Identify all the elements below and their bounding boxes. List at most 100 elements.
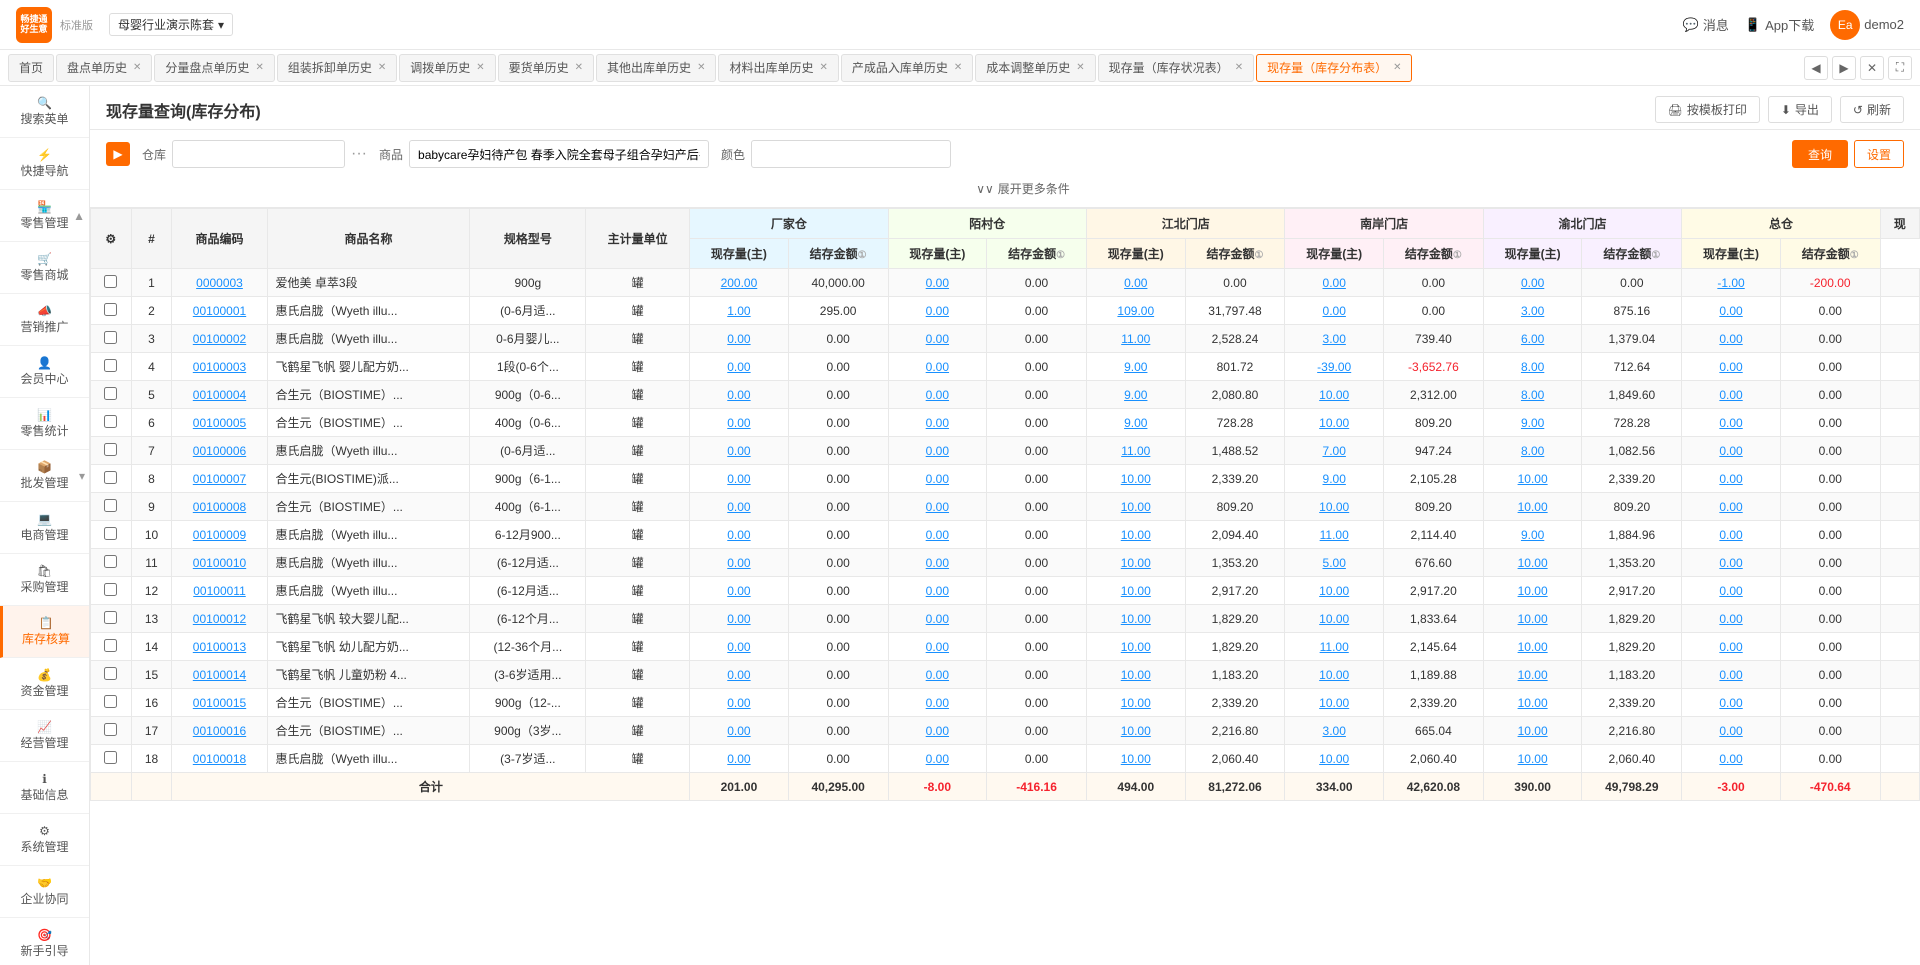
- row-mc-stock[interactable]: 0.00: [888, 717, 987, 745]
- row-total-stock[interactable]: 0.00: [1682, 717, 1781, 745]
- info-icon[interactable]: ①: [1255, 250, 1264, 261]
- warehouse-ellipsis-btn[interactable]: ···: [351, 145, 367, 163]
- tab-home[interactable]: 首页: [8, 54, 54, 82]
- row-total-stock[interactable]: 0.00: [1682, 605, 1781, 633]
- row-mc-stock[interactable]: 0.00: [888, 409, 987, 437]
- row-na-stock[interactable]: 11.00: [1285, 521, 1384, 549]
- row-na-stock[interactable]: 0.00: [1285, 269, 1384, 297]
- row-yb-stock[interactable]: 6.00: [1483, 325, 1582, 353]
- row-checkbox[interactable]: [91, 633, 132, 661]
- row-cj-stock[interactable]: 0.00: [690, 549, 789, 577]
- row-yb-stock[interactable]: 10.00: [1483, 745, 1582, 773]
- row-cj-stock[interactable]: 0.00: [690, 633, 789, 661]
- tab-fraction-stocktake[interactable]: 分量盘点单历史 ✕: [154, 54, 274, 82]
- row-mc-stock[interactable]: 0.00: [888, 661, 987, 689]
- row-total-stock[interactable]: 0.00: [1682, 577, 1781, 605]
- close-icon[interactable]: ✕: [1393, 62, 1401, 73]
- sidebar-item-members[interactable]: 👤 会员中心: [0, 346, 89, 398]
- row-code[interactable]: 00100012: [172, 605, 267, 633]
- row-code[interactable]: 00100009: [172, 521, 267, 549]
- row-jb-stock[interactable]: 10.00: [1087, 661, 1186, 689]
- tab-cost-adjust[interactable]: 成本调整单历史 ✕: [975, 54, 1095, 82]
- row-cj-stock[interactable]: 0.00: [690, 437, 789, 465]
- row-na-stock[interactable]: 10.00: [1285, 577, 1384, 605]
- row-code[interactable]: 00100018: [172, 745, 267, 773]
- row-na-stock[interactable]: 0.00: [1285, 297, 1384, 325]
- tab-transfer-history[interactable]: 调拨单历史 ✕: [399, 54, 495, 82]
- sidebar-item-quicknav[interactable]: ⚡ 快捷导航: [0, 138, 89, 190]
- row-checkbox[interactable]: [91, 437, 132, 465]
- row-na-stock[interactable]: 10.00: [1285, 661, 1384, 689]
- user-area[interactable]: Ea demo2: [1830, 10, 1904, 40]
- row-jb-stock[interactable]: 11.00: [1087, 437, 1186, 465]
- row-cj-stock[interactable]: 0.00: [690, 689, 789, 717]
- row-jb-stock[interactable]: 10.00: [1087, 465, 1186, 493]
- sidebar-item-operations[interactable]: 📈 经营管理: [0, 710, 89, 762]
- tab-finished-goods[interactable]: 产成品入库单历史 ✕: [841, 54, 973, 82]
- close-icon[interactable]: ✕: [255, 62, 263, 73]
- settings-icon[interactable]: ⚙: [105, 232, 116, 246]
- row-na-stock[interactable]: 10.00: [1285, 493, 1384, 521]
- row-checkbox[interactable]: [91, 465, 132, 493]
- row-mc-stock[interactable]: 0.00: [888, 521, 987, 549]
- row-yb-stock[interactable]: 10.00: [1483, 633, 1582, 661]
- sidebar-item-guide[interactable]: 🎯 新手引导: [0, 918, 89, 965]
- row-na-stock[interactable]: 10.00: [1285, 605, 1384, 633]
- sidebar-item-marketing[interactable]: 📣 营销推广: [0, 294, 89, 346]
- row-jb-stock[interactable]: 9.00: [1087, 381, 1186, 409]
- row-yb-stock[interactable]: 10.00: [1483, 661, 1582, 689]
- sidebar-item-retail-stats[interactable]: 📊 零售统计: [0, 398, 89, 450]
- row-yb-stock[interactable]: 3.00: [1483, 297, 1582, 325]
- row-na-stock[interactable]: 3.00: [1285, 717, 1384, 745]
- row-mc-stock[interactable]: 0.00: [888, 493, 987, 521]
- close-icon[interactable]: ✕: [575, 62, 583, 73]
- row-na-stock[interactable]: 10.00: [1285, 689, 1384, 717]
- row-checkbox[interactable]: [91, 605, 132, 633]
- row-code[interactable]: 00100004: [172, 381, 267, 409]
- tab-material-outbound[interactable]: 材料出库单历史 ✕: [718, 54, 838, 82]
- info-icon[interactable]: ①: [858, 250, 867, 261]
- row-yb-stock[interactable]: 10.00: [1483, 689, 1582, 717]
- row-yb-stock[interactable]: 10.00: [1483, 717, 1582, 745]
- row-code[interactable]: 00100014: [172, 661, 267, 689]
- color-input[interactable]: [751, 140, 951, 168]
- sidebar-item-system[interactable]: ⚙ 系统管理: [0, 814, 89, 866]
- row-jb-stock[interactable]: 10.00: [1087, 521, 1186, 549]
- row-total-stock[interactable]: 0.00: [1682, 493, 1781, 521]
- row-mc-stock[interactable]: 0.00: [888, 633, 987, 661]
- row-jb-stock[interactable]: 10.00: [1087, 577, 1186, 605]
- tab-close-btn[interactable]: ✕: [1860, 56, 1884, 80]
- row-checkbox[interactable]: [91, 717, 132, 745]
- row-checkbox[interactable]: [91, 745, 132, 773]
- row-mc-stock[interactable]: 0.00: [888, 577, 987, 605]
- sidebar-item-ecommerce[interactable]: 💻 电商管理: [0, 502, 89, 554]
- row-checkbox[interactable]: [91, 381, 132, 409]
- row-total-stock[interactable]: 0.00: [1682, 437, 1781, 465]
- row-cj-stock[interactable]: 0.00: [690, 493, 789, 521]
- row-jb-stock[interactable]: 9.00: [1087, 409, 1186, 437]
- row-cj-stock[interactable]: 0.00: [690, 577, 789, 605]
- info-icon[interactable]: ①: [1453, 250, 1462, 261]
- sidebar-item-inventory[interactable]: 📋 库存核算: [0, 606, 89, 658]
- close-icon[interactable]: ✕: [1076, 62, 1084, 73]
- row-jb-stock[interactable]: 10.00: [1087, 745, 1186, 773]
- row-cj-stock[interactable]: 200.00: [690, 269, 789, 297]
- row-total-stock[interactable]: 0.00: [1682, 521, 1781, 549]
- row-mc-stock[interactable]: 0.00: [888, 381, 987, 409]
- row-cj-stock[interactable]: 0.00: [690, 409, 789, 437]
- row-checkbox[interactable]: [91, 549, 132, 577]
- row-cj-stock[interactable]: 0.00: [690, 521, 789, 549]
- tab-other-outbound[interactable]: 其他出库单历史 ✕: [596, 54, 716, 82]
- row-jb-stock[interactable]: 10.00: [1087, 717, 1186, 745]
- goods-input[interactable]: [409, 140, 709, 168]
- close-icon[interactable]: ✕: [378, 62, 386, 73]
- row-mc-stock[interactable]: 0.00: [888, 325, 987, 353]
- close-icon[interactable]: ✕: [476, 62, 484, 73]
- row-code[interactable]: 00100002: [172, 325, 267, 353]
- row-jb-stock[interactable]: 10.00: [1087, 493, 1186, 521]
- row-total-stock[interactable]: 0.00: [1682, 745, 1781, 773]
- row-mc-stock[interactable]: 0.00: [888, 549, 987, 577]
- tab-stocktake-history[interactable]: 盘点单历史 ✕: [56, 54, 152, 82]
- row-yb-stock[interactable]: 9.00: [1483, 521, 1582, 549]
- row-cj-stock[interactable]: 0.00: [690, 661, 789, 689]
